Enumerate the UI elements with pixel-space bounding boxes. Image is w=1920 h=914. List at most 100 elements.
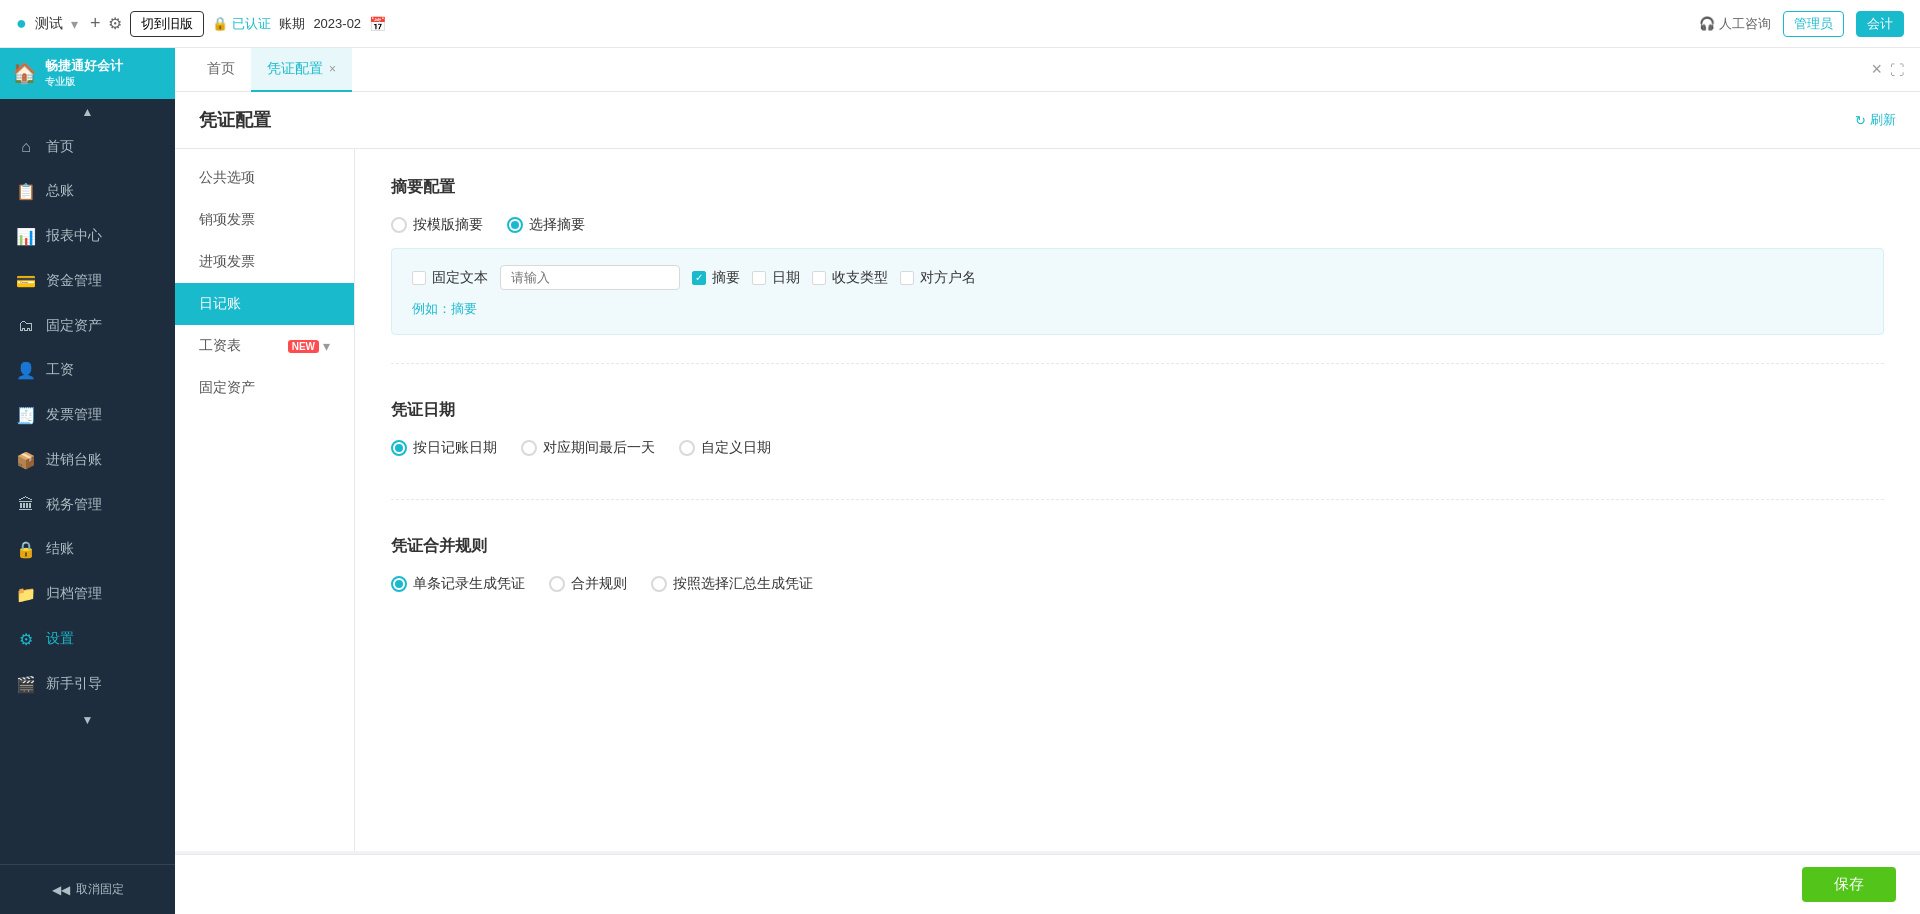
left-nav-item-journal[interactable]: 日记账 [175, 283, 354, 325]
sidebar-scroll-up[interactable]: ▲ [0, 99, 175, 125]
section-title-date: 凭证日期 [391, 400, 1884, 421]
company-chevron[interactable]: ▾ [71, 16, 78, 32]
calendar-icon[interactable]: 📅 [369, 16, 386, 32]
content-area: 首页 凭证配置 × × ⛶ 凭证配置 ↻ 刷新 [175, 48, 1920, 914]
switch-old-btn[interactable]: 切到旧版 [130, 11, 204, 37]
checkbox-fixed-text[interactable]: 固定文本 [412, 269, 488, 287]
summary-example: 例如：摘要 [412, 300, 1863, 318]
logo-name: 畅捷通好会计 [45, 58, 123, 75]
accountant-btn[interactable]: 会计 [1856, 11, 1904, 37]
logo-sub: 专业版 [45, 75, 123, 89]
checkbox-date[interactable]: 日期 [752, 269, 800, 287]
archive-icon: 📁 [16, 585, 36, 604]
sidebar: 🏠 畅捷通好会计 专业版 ▲ ⌂ 首页 📋 总账 📊 报表中心 💳 资金管理 🗂… [0, 48, 175, 914]
page-content: 凭证配置 ↻ 刷新 公共选项 销项发票 进项发票 [175, 92, 1920, 854]
checkbox-box-income-type [812, 271, 826, 285]
radio-merge[interactable]: 合并规则 [549, 575, 627, 593]
tab-home[interactable]: 首页 [191, 48, 251, 92]
radio-period-last[interactable]: 对应期间最后一天 [521, 439, 655, 457]
gear-icon[interactable]: ⚙ [108, 14, 122, 33]
period-label: 账期 [279, 15, 305, 33]
sidebar-item-label: 首页 [46, 138, 74, 156]
left-nav-label: 固定资产 [199, 379, 255, 395]
radio-journal-date[interactable]: 按日记账日期 [391, 439, 497, 457]
sidebar-item-guide[interactable]: 🎬 新手引导 [0, 662, 175, 707]
sidebar-item-label: 资金管理 [46, 272, 102, 290]
checkbox-label: 固定文本 [432, 269, 488, 287]
sidebar-scroll-down[interactable]: ▼ [0, 707, 175, 733]
tab-close-icon[interactable]: × [329, 62, 336, 76]
sidebar-item-ledger[interactable]: 📋 总账 [0, 169, 175, 214]
radio-custom-date[interactable]: 自定义日期 [679, 439, 771, 457]
left-nav-item-purchase-invoice[interactable]: 进项发票 [175, 241, 354, 283]
left-nav-item-public[interactable]: 公共选项 [175, 157, 354, 199]
sidebar-item-fund[interactable]: 💳 资金管理 [0, 259, 175, 304]
tab-actions: × ⛶ [1871, 59, 1904, 80]
sidebar-item-invoice[interactable]: 🧾 发票管理 [0, 393, 175, 438]
sidebar-item-label: 归档管理 [46, 585, 102, 603]
sidebar-item-close[interactable]: 🔒 结账 [0, 527, 175, 572]
left-nav-item-payroll[interactable]: 工资表 NEW ▾ [175, 325, 354, 367]
ledger-icon: 📋 [16, 182, 36, 201]
cancel-fixed-btn[interactable]: ◀◀ 取消固定 [0, 873, 175, 906]
sidebar-item-archive[interactable]: 📁 归档管理 [0, 572, 175, 617]
radio-label: 合并规则 [571, 575, 627, 593]
radio-label: 选择摘要 [529, 216, 585, 234]
topbar: ● 测试 ▾ + ⚙ 切到旧版 🔒 已认证 账期 2023-02 📅 🎧 人工咨… [0, 0, 1920, 48]
fullscreen-icon[interactable]: ⛶ [1890, 62, 1904, 78]
radio-label: 单条记录生成凭证 [413, 575, 525, 593]
left-nav-item-sales-invoice[interactable]: 销项发票 [175, 199, 354, 241]
tab-voucher-config[interactable]: 凭证配置 × [251, 48, 352, 92]
fixed-text-input[interactable] [500, 265, 680, 290]
sidebar-item-wage[interactable]: 👤 工资 [0, 348, 175, 393]
section-title-merge: 凭证合并规则 [391, 536, 1884, 557]
certified-icon: 🔒 [212, 16, 228, 31]
fund-icon: 💳 [16, 272, 36, 291]
checkbox-label: 摘要 [712, 269, 740, 287]
date-radio-group: 按日记账日期 对应期间最后一天 自定义日期 [391, 439, 1884, 457]
radio-template[interactable]: 按模版摘要 [391, 216, 483, 234]
left-nav-label: 销项发票 [199, 211, 255, 227]
certified-label: 已认证 [232, 15, 271, 33]
sidebar-item-label: 税务管理 [46, 496, 102, 514]
close-icon: 🔒 [16, 540, 36, 559]
sidebar-item-report[interactable]: 📊 报表中心 [0, 214, 175, 259]
tab-close-btn[interactable]: × [1871, 59, 1882, 80]
admin-btn[interactable]: 管理员 [1783, 11, 1844, 37]
radio-summary-generate[interactable]: 按照选择汇总生成凭证 [651, 575, 813, 593]
asset-icon: 🗂 [16, 317, 36, 335]
topbar-right: 🎧 人工咨询 管理员 会计 [1699, 11, 1904, 37]
radio-label: 按日记账日期 [413, 439, 497, 457]
trade-icon: 📦 [16, 451, 36, 470]
checkbox-summary[interactable]: 摘要 [692, 269, 740, 287]
sidebar-item-label: 发票管理 [46, 406, 102, 424]
checkbox-income-type[interactable]: 收支类型 [812, 269, 888, 287]
sidebar-item-trade[interactable]: 📦 进销台账 [0, 438, 175, 483]
radio-circle-custom-date [679, 440, 695, 456]
home-icon: ⌂ [16, 138, 36, 156]
radio-select[interactable]: 选择摘要 [507, 216, 585, 234]
radio-single[interactable]: 单条记录生成凭证 [391, 575, 525, 593]
sidebar-item-label: 固定资产 [46, 317, 102, 335]
sidebar-item-tax[interactable]: 🏛 税务管理 [0, 483, 175, 527]
report-icon: 📊 [16, 227, 36, 246]
save-button[interactable]: 保存 [1802, 867, 1896, 902]
tab-home-label: 首页 [207, 60, 235, 78]
left-nav-label: 进项发票 [199, 253, 255, 269]
sidebar-item-label: 进销台账 [46, 451, 102, 469]
refresh-btn[interactable]: ↻ 刷新 [1855, 111, 1896, 129]
save-bar: 保存 [175, 854, 1920, 914]
left-nav-item-fixed-asset[interactable]: 固定资产 [175, 367, 354, 409]
sidebar-item-home[interactable]: ⌂ 首页 [0, 125, 175, 169]
logo-icon: 🏠 [12, 61, 37, 85]
sidebar-item-settings[interactable]: ⚙ 设置 [0, 617, 175, 662]
service-btn[interactable]: 🎧 人工咨询 [1699, 15, 1771, 33]
summary-config-box: 固定文本 摘要 日期 [391, 248, 1884, 335]
left-nav-label: 工资表 [199, 337, 241, 355]
sidebar-item-asset[interactable]: 🗂 固定资产 [0, 304, 175, 348]
cancel-fixed-label: 取消固定 [76, 881, 124, 898]
add-button[interactable]: + [90, 13, 101, 34]
new-badge: NEW [288, 340, 319, 353]
checkbox-counterpart[interactable]: 对方户名 [900, 269, 976, 287]
page-title: 凭证配置 [199, 108, 271, 132]
